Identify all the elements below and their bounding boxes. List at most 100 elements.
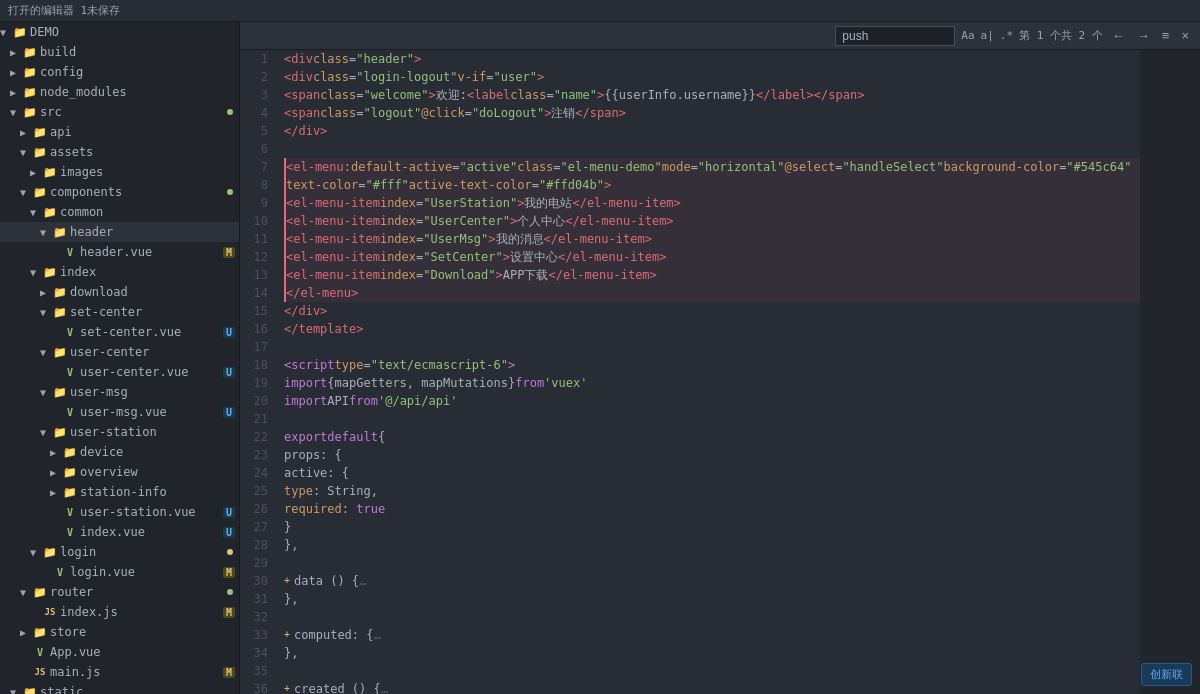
sidebar-item-user-station[interactable]: ▼📁user-station	[0, 422, 239, 442]
arrow-icon: ▶	[30, 167, 42, 178]
line-number: 15	[240, 302, 268, 320]
sidebar-item-store[interactable]: ▶📁store	[0, 622, 239, 642]
code-line: + created () {…	[284, 680, 1140, 694]
fold-icon[interactable]: +	[284, 626, 290, 644]
status-dot	[227, 589, 233, 595]
line-number: 36	[240, 680, 268, 694]
line-number: 14	[240, 284, 268, 302]
sidebar-item-set-center[interactable]: ▼📁set-center	[0, 302, 239, 322]
sidebar-item-user-msg[interactable]: ▼📁user-msg	[0, 382, 239, 402]
sidebar-item-main-js[interactable]: JSmain.jsM	[0, 662, 239, 682]
find-close-button[interactable]: ×	[1178, 28, 1192, 43]
arrow-icon: ▶	[50, 487, 62, 498]
arrow-icon: ▼	[20, 187, 32, 198]
code-line: props: {	[284, 446, 1140, 464]
find-input[interactable]	[835, 26, 955, 46]
line-number: 2	[240, 68, 268, 86]
line-number: 28	[240, 536, 268, 554]
code-line: <span class="logout" @click="doLogout">注…	[284, 104, 1140, 122]
sidebar-item-static[interactable]: ▼📁static	[0, 682, 239, 694]
line-number: 7	[240, 158, 268, 176]
minimap	[1140, 50, 1200, 694]
arrow-icon: ▼	[30, 207, 42, 218]
line-numbers: 1234567891011121314151617181920212223242…	[240, 50, 276, 694]
sidebar-item-set-center-vue[interactable]: Vset-center.vueU	[0, 322, 239, 342]
folder-icon: 📁	[42, 266, 58, 279]
sidebar-item-build[interactable]: ▶📁build	[0, 42, 239, 62]
line-number: 6	[240, 140, 268, 158]
file-badge: U	[223, 407, 235, 418]
code-line: <span class="welcome">欢迎:<label class="n…	[284, 86, 1140, 104]
code-line: active: {	[284, 464, 1140, 482]
folder-icon: 📁	[22, 686, 38, 695]
sidebar-label: DEMO	[28, 25, 239, 39]
sidebar-item-login-vue[interactable]: Vlogin.vueM	[0, 562, 239, 582]
sidebar-item-device[interactable]: ▶📁device	[0, 442, 239, 462]
sidebar: ▼📁DEMO▶📁build▶📁config▶📁node_modules▼📁src…	[0, 22, 240, 694]
file-badge: U	[223, 507, 235, 518]
code-line: + computed: {…	[284, 626, 1140, 644]
sidebar-item-index-js[interactable]: JSindex.jsM	[0, 602, 239, 622]
line-number: 17	[240, 338, 268, 356]
sidebar-item-overview[interactable]: ▶📁overview	[0, 462, 239, 482]
sidebar-item-login[interactable]: ▼📁login	[0, 542, 239, 562]
find-options-regex[interactable]: .*	[1000, 29, 1013, 42]
sidebar-item-app-vue[interactable]: VApp.vue	[0, 642, 239, 662]
code-line: <script type="text/ecmascript-6">	[284, 356, 1140, 374]
sidebar-label: overview	[78, 465, 239, 479]
folder-icon: 📁	[22, 106, 38, 119]
watermark: 创新联	[1141, 663, 1192, 686]
code-line: export default {	[284, 428, 1140, 446]
sidebar-item-header[interactable]: ▼📁header	[0, 222, 239, 242]
sidebar-item-api[interactable]: ▶📁api	[0, 122, 239, 142]
code-line: <el-menu-item index="UserMsg">我的消息</el-m…	[284, 230, 1140, 248]
fold-icon[interactable]: +	[284, 680, 290, 694]
sidebar-item-download[interactable]: ▶📁download	[0, 282, 239, 302]
arrow-icon: ▼	[20, 147, 32, 158]
find-bar: Aa a| .* 第 1 个共 2 个 ← → ≡ ×	[240, 22, 1200, 50]
sidebar-item-images[interactable]: ▶📁images	[0, 162, 239, 182]
code-line: <el-menu-item index="UserCenter">个人中心</e…	[284, 212, 1140, 230]
sidebar-item-user-station-vue[interactable]: Vuser-station.vueU	[0, 502, 239, 522]
sidebar-item-user-center[interactable]: ▼📁user-center	[0, 342, 239, 362]
fold-icon[interactable]: +	[284, 572, 290, 590]
find-next-button[interactable]: →	[1134, 28, 1153, 43]
code-line: <el-menu-item index="Download">APP下载</el…	[284, 266, 1140, 284]
sidebar-item-common[interactable]: ▼📁common	[0, 202, 239, 222]
arrow-icon: ▶	[10, 67, 22, 78]
code-editor[interactable]: 1234567891011121314151617181920212223242…	[240, 50, 1140, 694]
sidebar-item-demo[interactable]: ▼📁DEMO	[0, 22, 239, 42]
vue-icon: V	[62, 527, 78, 538]
sidebar-label: user-center.vue	[78, 365, 223, 379]
sidebar-label: set-center.vue	[78, 325, 223, 339]
code-line: <el-menu :default-active="active" class=…	[284, 158, 1140, 176]
sidebar-item-station-info[interactable]: ▶📁station-info	[0, 482, 239, 502]
sidebar-label: build	[38, 45, 239, 59]
sidebar-label: user-station.vue	[78, 505, 223, 519]
find-options-aa[interactable]: Aa	[961, 29, 974, 42]
find-expand-button[interactable]: ≡	[1159, 28, 1173, 43]
sidebar-item-header-vue[interactable]: Vheader.vueM	[0, 242, 239, 262]
sidebar-label: station-info	[78, 485, 239, 499]
sidebar-item-node_modules[interactable]: ▶📁node_modules	[0, 82, 239, 102]
sidebar-item-index[interactable]: ▼📁index	[0, 262, 239, 282]
sidebar-label: user-station	[68, 425, 239, 439]
sidebar-item-router[interactable]: ▼📁router	[0, 582, 239, 602]
folder-icon: 📁	[32, 586, 48, 599]
sidebar-item-components[interactable]: ▼📁components	[0, 182, 239, 202]
sidebar-item-config[interactable]: ▶📁config	[0, 62, 239, 82]
find-options-ab[interactable]: a|	[981, 29, 994, 42]
sidebar-item-user-center-vue[interactable]: Vuser-center.vueU	[0, 362, 239, 382]
sidebar-item-user-msg-vue[interactable]: Vuser-msg.vueU	[0, 402, 239, 422]
folder-icon: 📁	[22, 66, 38, 79]
sidebar-item-assets[interactable]: ▼📁assets	[0, 142, 239, 162]
sidebar-item-src[interactable]: ▼📁src	[0, 102, 239, 122]
title-text: 打开的编辑器 1未保存	[8, 3, 120, 18]
arrow-icon: ▶	[40, 287, 52, 298]
sidebar-item-index-vue[interactable]: Vindex.vueU	[0, 522, 239, 542]
folder-icon: 📁	[52, 306, 68, 319]
line-number: 13	[240, 266, 268, 284]
js-icon: JS	[42, 607, 58, 617]
find-prev-button[interactable]: ←	[1109, 28, 1128, 43]
line-number: 27	[240, 518, 268, 536]
